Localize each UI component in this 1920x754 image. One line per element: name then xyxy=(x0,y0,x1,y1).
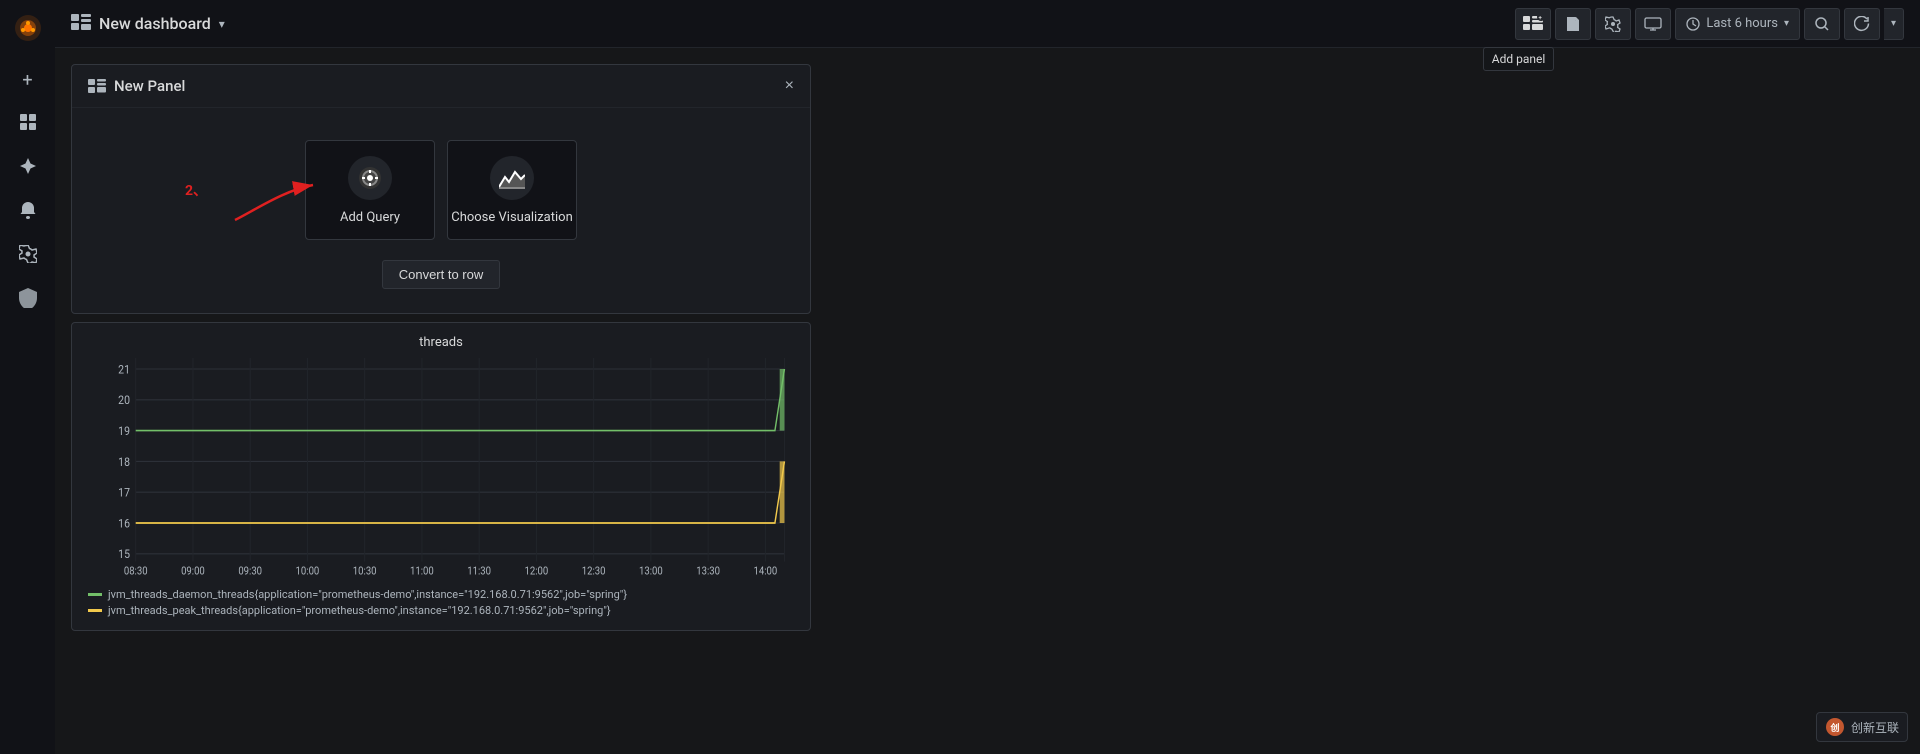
explore-icon xyxy=(18,156,38,181)
watermark: 创 创新互联 xyxy=(1816,712,1908,742)
legend-item-peak: jvm_threads_peak_threads{application="pr… xyxy=(88,604,794,617)
panel-modal-header: New Panel × xyxy=(72,65,810,108)
panel-header-icon xyxy=(88,79,106,93)
svg-text:创: 创 xyxy=(1829,722,1839,734)
legend-label-daemon: jvm_threads_daemon_threads{application="… xyxy=(108,588,627,601)
svg-text:18: 18 xyxy=(118,454,130,469)
new-panel-modal: New Panel × 2、 xyxy=(71,64,811,314)
dashboard-title: New dashboard xyxy=(99,14,211,33)
svg-text:13:30: 13:30 xyxy=(696,564,720,578)
chart-area: 21 20 19 18 17 16 15 08:30 09:00 09:30 1… xyxy=(88,358,794,618)
svg-text:11:00: 11:00 xyxy=(410,564,434,578)
svg-text:21: 21 xyxy=(118,362,130,377)
search-button[interactable] xyxy=(1804,8,1840,40)
svg-text:17: 17 xyxy=(118,485,130,500)
sidebar-item-config[interactable] xyxy=(8,236,48,276)
main-content: New dashboard ▾ + Add panel xyxy=(55,0,1920,754)
watermark-icon: 创 xyxy=(1825,717,1845,737)
arrow1-svg xyxy=(1645,48,1765,52)
svg-text:20: 20 xyxy=(118,392,130,407)
sidebar-item-explore[interactable] xyxy=(8,148,48,188)
tv-mode-button[interactable] xyxy=(1635,8,1671,40)
legend-label-peak: jvm_threads_peak_threads{application="pr… xyxy=(108,604,611,617)
time-range-chevron: ▾ xyxy=(1784,18,1789,29)
choose-viz-icon xyxy=(490,156,534,200)
svg-text:11:30: 11:30 xyxy=(467,564,491,578)
step2-annotation: 2、 xyxy=(185,183,207,199)
sidebar-item-create[interactable]: + xyxy=(8,60,48,100)
choose-viz-label: Choose Visualization xyxy=(451,210,573,225)
svg-text:09:30: 09:30 xyxy=(238,564,262,578)
add-panel-button[interactable]: + Add panel xyxy=(1515,8,1551,40)
sidebar: + xyxy=(0,0,55,754)
bell-icon xyxy=(19,201,37,224)
svg-text:10:30: 10:30 xyxy=(353,564,377,578)
dashboards-icon xyxy=(18,112,38,137)
shield-icon xyxy=(19,288,37,313)
grafana-logo[interactable] xyxy=(8,8,48,48)
topbar-actions: + Add panel xyxy=(1515,8,1904,40)
refresh-dropdown[interactable]: ▾ xyxy=(1884,8,1904,40)
save-dashboard-button[interactable] xyxy=(1555,8,1591,40)
panel-modal-title: New Panel xyxy=(114,77,185,95)
dashboard-title-group: New dashboard ▾ xyxy=(71,14,225,34)
legend-item-daemon: jvm_threads_daemon_threads{application="… xyxy=(88,588,794,601)
panel-options-row: 2、 xyxy=(305,140,577,240)
svg-text:08:30: 08:30 xyxy=(124,564,148,578)
time-range-picker[interactable]: Last 6 hours ▾ xyxy=(1675,8,1800,40)
panel-modal-close-button[interactable]: × xyxy=(785,77,794,95)
refresh-button[interactable] xyxy=(1844,8,1880,40)
add-panel-tooltip: Add panel xyxy=(1483,47,1555,71)
add-query-icon xyxy=(348,156,392,200)
chart-legend: jvm_threads_daemon_threads{application="… xyxy=(88,588,794,617)
dashboard-settings-button[interactable] xyxy=(1595,8,1631,40)
dropdown-icon[interactable]: ▾ xyxy=(219,17,225,31)
panel-modal-body: 2、 xyxy=(72,108,810,313)
dashboard-grid-icon xyxy=(71,14,91,34)
chart-panel: threads xyxy=(71,322,811,631)
add-query-label: Add Query xyxy=(340,210,400,225)
convert-to-row-button[interactable]: Convert to row xyxy=(382,260,501,289)
dashboard-area: 1、 New Panel × xyxy=(55,48,1920,754)
time-range-label: Last 6 hours xyxy=(1706,16,1778,31)
chart-svg: 21 20 19 18 17 16 15 08:30 09:00 09:30 1… xyxy=(88,358,794,578)
svg-text:16: 16 xyxy=(118,516,130,531)
legend-color-daemon xyxy=(88,593,102,596)
gear-icon xyxy=(19,245,37,268)
svg-text:14:00: 14:00 xyxy=(754,564,778,578)
choose-viz-option[interactable]: Choose Visualization xyxy=(447,140,577,240)
topbar: New dashboard ▾ + Add panel xyxy=(55,0,1920,48)
svg-text:10:00: 10:00 xyxy=(296,564,320,578)
plus-icon: + xyxy=(22,70,32,91)
svg-text:13:00: 13:00 xyxy=(639,564,663,578)
watermark-text: 创新互联 xyxy=(1851,719,1899,736)
chart-title: threads xyxy=(88,335,794,350)
sidebar-item-shield[interactable] xyxy=(8,280,48,320)
svg-text:12:00: 12:00 xyxy=(525,564,549,578)
svg-text:19: 19 xyxy=(118,423,130,438)
svg-text:12:30: 12:30 xyxy=(582,564,606,578)
svg-text:15: 15 xyxy=(118,546,130,561)
add-query-option[interactable]: Add Query xyxy=(305,140,435,240)
sidebar-item-dashboards[interactable] xyxy=(8,104,48,144)
legend-color-peak xyxy=(88,609,102,612)
svg-text:09:00: 09:00 xyxy=(181,564,205,578)
sidebar-item-alerting[interactable] xyxy=(8,192,48,232)
